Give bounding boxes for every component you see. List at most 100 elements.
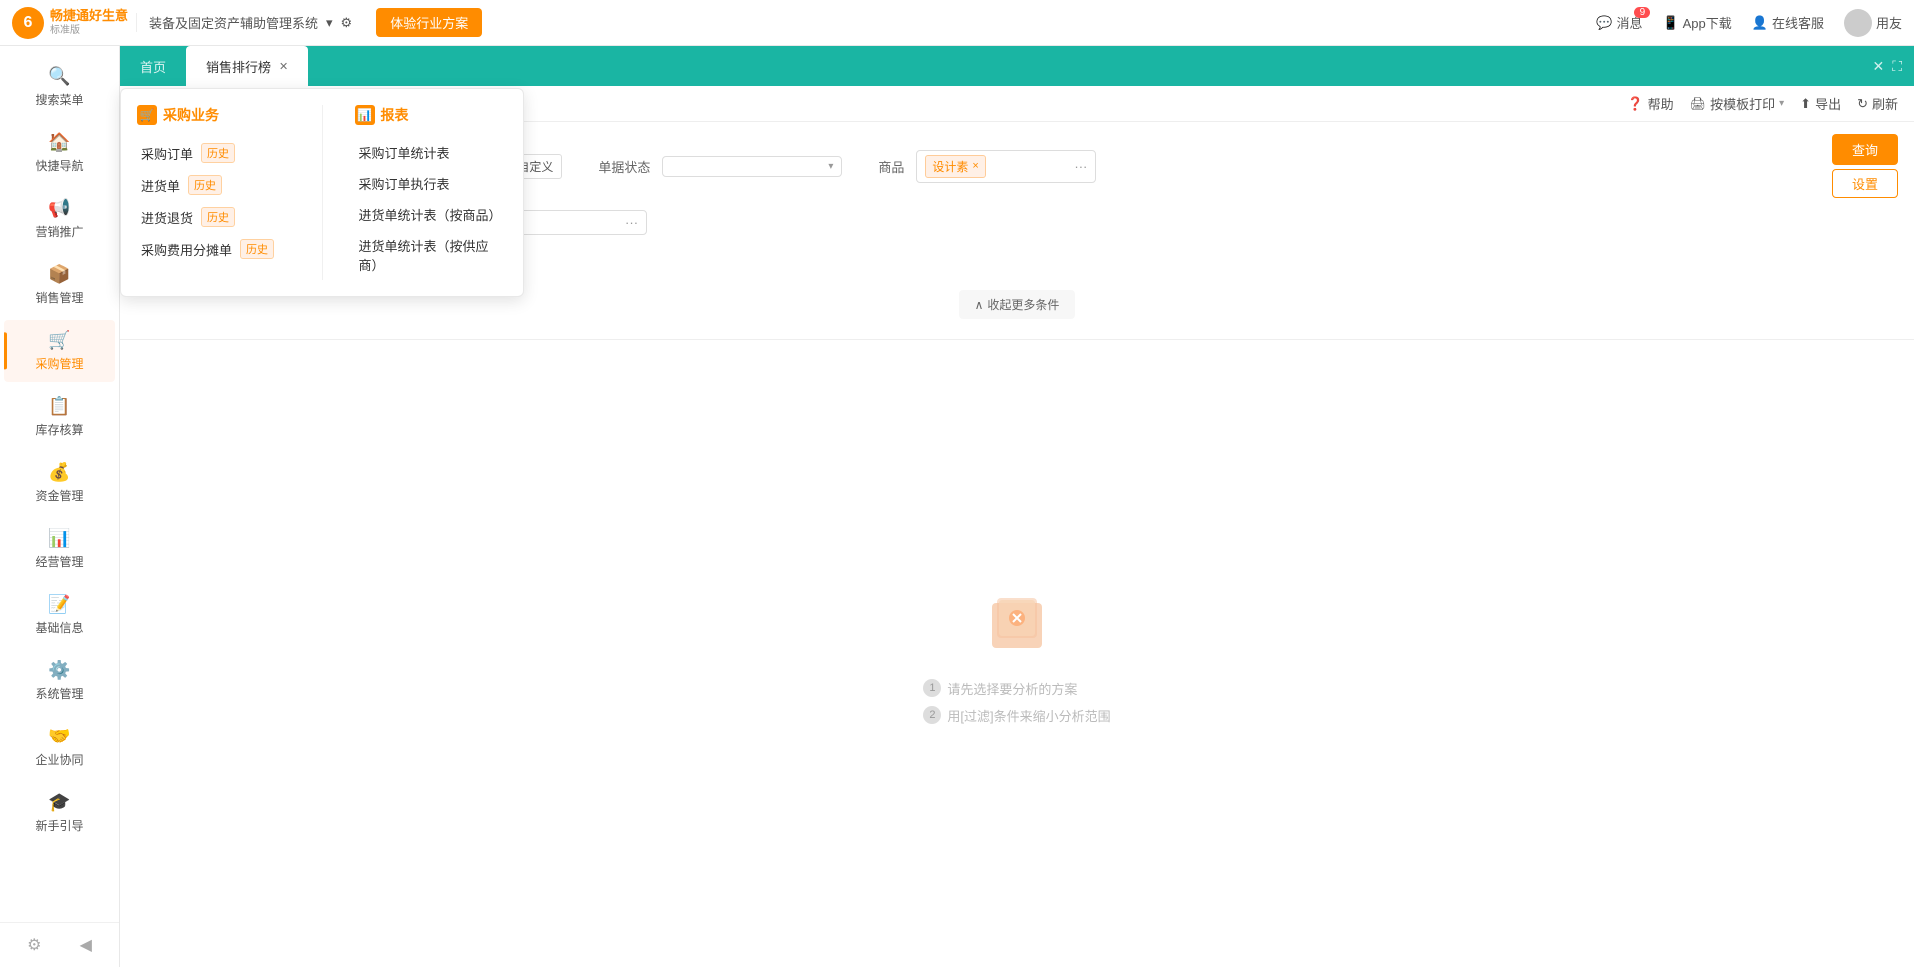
export-action[interactable]: ⬆ 导出 [1800, 94, 1841, 113]
menu-item-order-stats[interactable]: 采购订单统计表 [355, 137, 508, 168]
menu-item-purchase-order[interactable]: 采购订单 历史 [137, 137, 290, 169]
print-dropdown-icon[interactable]: ▾ [1779, 98, 1784, 109]
query-btn-area: 查询 设置 [1832, 134, 1898, 198]
sidebar-item-guide[interactable]: 🎓 新手引导 [4, 782, 115, 844]
collapse-icon: ∧ [975, 298, 984, 312]
purchase-dropdown-menu: 🛒 采购业务 采购订单 历史 进货单 历史 进货退货 历史 采购费用分摊单 历史… [120, 88, 524, 297]
system-icon: ⚙️ [48, 660, 70, 681]
search-icon: 🔍 [48, 66, 70, 87]
menu-item-label-order-stats: 采购订单统计表 [359, 143, 450, 162]
tab-sales-ranking[interactable]: 销售排行榜 ✕ [186, 46, 308, 86]
goods-tag-label: 设计素 [932, 158, 968, 175]
menu-item-label-return: 进货退货 [141, 208, 193, 227]
goods-dots[interactable]: ··· [1074, 159, 1087, 174]
sidebar-label-search: 搜索菜单 [35, 91, 83, 108]
phone-icon: 📱 [1662, 15, 1678, 31]
tab-home[interactable]: 首页 [120, 46, 186, 86]
logo-text: 畅捷通好生意 标准版 [50, 8, 128, 38]
message-action[interactable]: 💬 消息 9 [1596, 13, 1642, 32]
system-title-area: 装备及固定资产辅助管理系统 ▾ ⚙ [136, 13, 364, 32]
sidebar-item-sales[interactable]: 📦 销售管理 [4, 254, 115, 316]
guide-icon: 🎓 [48, 792, 70, 813]
salesperson-dots[interactable]: ··· [625, 215, 638, 230]
sidebar-item-marketing[interactable]: 📢 营销推广 [4, 188, 115, 250]
sidebar-item-basicinfo[interactable]: 📝 基础信息 [4, 584, 115, 646]
sidebar-label-guide: 新手引导 [35, 817, 83, 834]
sidebar-item-quicknav[interactable]: 🏠 快捷导航 [4, 122, 115, 184]
tab-home-label: 首页 [140, 57, 166, 76]
header-right: 💬 消息 9 📱 App下载 👤 在线客服 用友 [1596, 9, 1902, 37]
doc-status-dropdown-icon: ▾ [828, 161, 833, 172]
sidebar-item-search[interactable]: 🔍 搜索菜单 [4, 56, 115, 118]
collapse-button[interactable]: ∧ 收起更多条件 [959, 290, 1076, 319]
marketing-icon: 📢 [48, 198, 70, 219]
menu-item-expense[interactable]: 采购费用分摊单 历史 [137, 233, 290, 265]
sidebar-label-system: 系统管理 [35, 685, 83, 702]
sidebar-item-finance[interactable]: 💰 资金管理 [4, 452, 115, 514]
sidebar-label-quicknav: 快捷导航 [35, 157, 83, 174]
tab-maximize-icon[interactable]: ⛶ [1892, 58, 1902, 75]
goods-tag-close[interactable]: × [972, 160, 978, 172]
doc-status-label: 单据状态 [598, 157, 650, 176]
menu-item-incoming-stats-goods[interactable]: 进货单统计表（按商品） [355, 199, 508, 230]
help-icon: ❓ [1627, 96, 1643, 112]
online-service-action[interactable]: 👤 在线客服 [1752, 13, 1824, 32]
menu-item-return[interactable]: 进货退货 历史 [137, 201, 290, 233]
purchase-section-label: 采购业务 [163, 105, 219, 125]
trial-button[interactable]: 体验行业方案 [376, 8, 482, 37]
sales-icon: 📦 [48, 264, 70, 285]
empty-hints: 1 请先选择要分析的方案 2 用[过滤]条件来缩小分析范围 [923, 679, 1110, 725]
sidebar-item-inventory[interactable]: 📋 库存核算 [4, 386, 115, 448]
print-action[interactable]: 🖨 按模板打印 ▾ [1690, 94, 1785, 113]
sidebar-bottom: ⚙ ◀ [0, 922, 119, 967]
system-title-dropdown[interactable]: ▾ [326, 15, 333, 31]
sidebar-label-purchase: 采购管理 [35, 355, 83, 372]
sidebar-label-operations: 经营管理 [35, 553, 83, 570]
hint-num-1: 1 [923, 679, 941, 697]
menu-item-label-incoming-stats-goods: 进货单统计表（按商品） [359, 205, 502, 224]
tab-close-all-icon[interactable]: ✕ [1872, 58, 1884, 75]
settings-icon[interactable]: ⚙ [341, 15, 353, 31]
doc-status-select[interactable]: ▾ [662, 156, 842, 177]
sidebar-item-operations[interactable]: 📊 经营管理 [4, 518, 115, 580]
empty-illustration [977, 583, 1057, 663]
online-service-label: 在线客服 [1772, 13, 1824, 32]
cooperation-icon: 🤝 [48, 726, 70, 747]
menu-badge-expense: 历史 [240, 239, 274, 259]
message-icon: 💬 [1596, 15, 1612, 31]
system-title: 装备及固定资产辅助管理系统 [149, 13, 318, 32]
service-icon: 👤 [1752, 15, 1768, 31]
goods-field[interactable]: 设计素 × ··· [916, 150, 1096, 183]
export-label: 导出 [1815, 94, 1841, 113]
menu-section-reports: 📊 报表 采购订单统计表 采购订单执行表 进货单统计表（按商品） 进货单统计表（… [355, 105, 508, 280]
reports-section-label: 报表 [381, 105, 409, 125]
app-download-action[interactable]: 📱 App下载 [1662, 13, 1731, 32]
menu-item-order-exec[interactable]: 采购订单执行表 [355, 168, 508, 199]
user-action[interactable]: 用友 [1844, 9, 1902, 37]
help-action[interactable]: ❓ 帮助 [1627, 94, 1673, 113]
empty-hint-2: 2 用[过滤]条件来缩小分析范围 [923, 706, 1110, 725]
sidebar-item-cooperation[interactable]: 🤝 企业协同 [4, 716, 115, 778]
sidebar-collapse-icon[interactable]: ◀ [80, 935, 92, 955]
menu-item-incoming-stats-supplier[interactable]: 进货单统计表（按供应商） [355, 230, 508, 280]
sidebar-item-purchase[interactable]: 🛒 采购管理 [4, 320, 115, 382]
set-button[interactable]: 设置 [1832, 169, 1898, 198]
export-icon: ⬆ [1800, 96, 1811, 112]
menu-item-label-incoming-stats-supplier: 进货单统计表（按供应商） [359, 236, 504, 274]
sidebar-item-system[interactable]: ⚙️ 系统管理 [4, 650, 115, 712]
menu-item-label-purchase-order: 采购订单 [141, 144, 193, 163]
reports-section-icon: 📊 [355, 105, 375, 125]
tab-close-icon[interactable]: ✕ [279, 60, 288, 73]
goods-tag: 设计素 × [925, 155, 985, 178]
top-header: 6 畅捷通好生意 标准版 装备及固定资产辅助管理系统 ▾ ⚙ 体验行业方案 💬 … [0, 0, 1914, 46]
menu-section-reports-title: 📊 报表 [355, 105, 508, 125]
print-label: 按模板打印 [1710, 94, 1775, 113]
refresh-action[interactable]: ↻ 刷新 [1857, 94, 1898, 113]
menu-item-label-expense: 采购费用分摊单 [141, 240, 232, 259]
user-avatar [1844, 9, 1872, 37]
menu-item-incoming[interactable]: 进货单 历史 [137, 169, 290, 201]
tab-sales-ranking-label: 销售排行榜 [206, 57, 271, 76]
menu-item-label-incoming: 进货单 [141, 176, 180, 195]
query-button[interactable]: 查询 [1832, 134, 1898, 165]
sidebar-settings-icon[interactable]: ⚙ [27, 935, 41, 955]
